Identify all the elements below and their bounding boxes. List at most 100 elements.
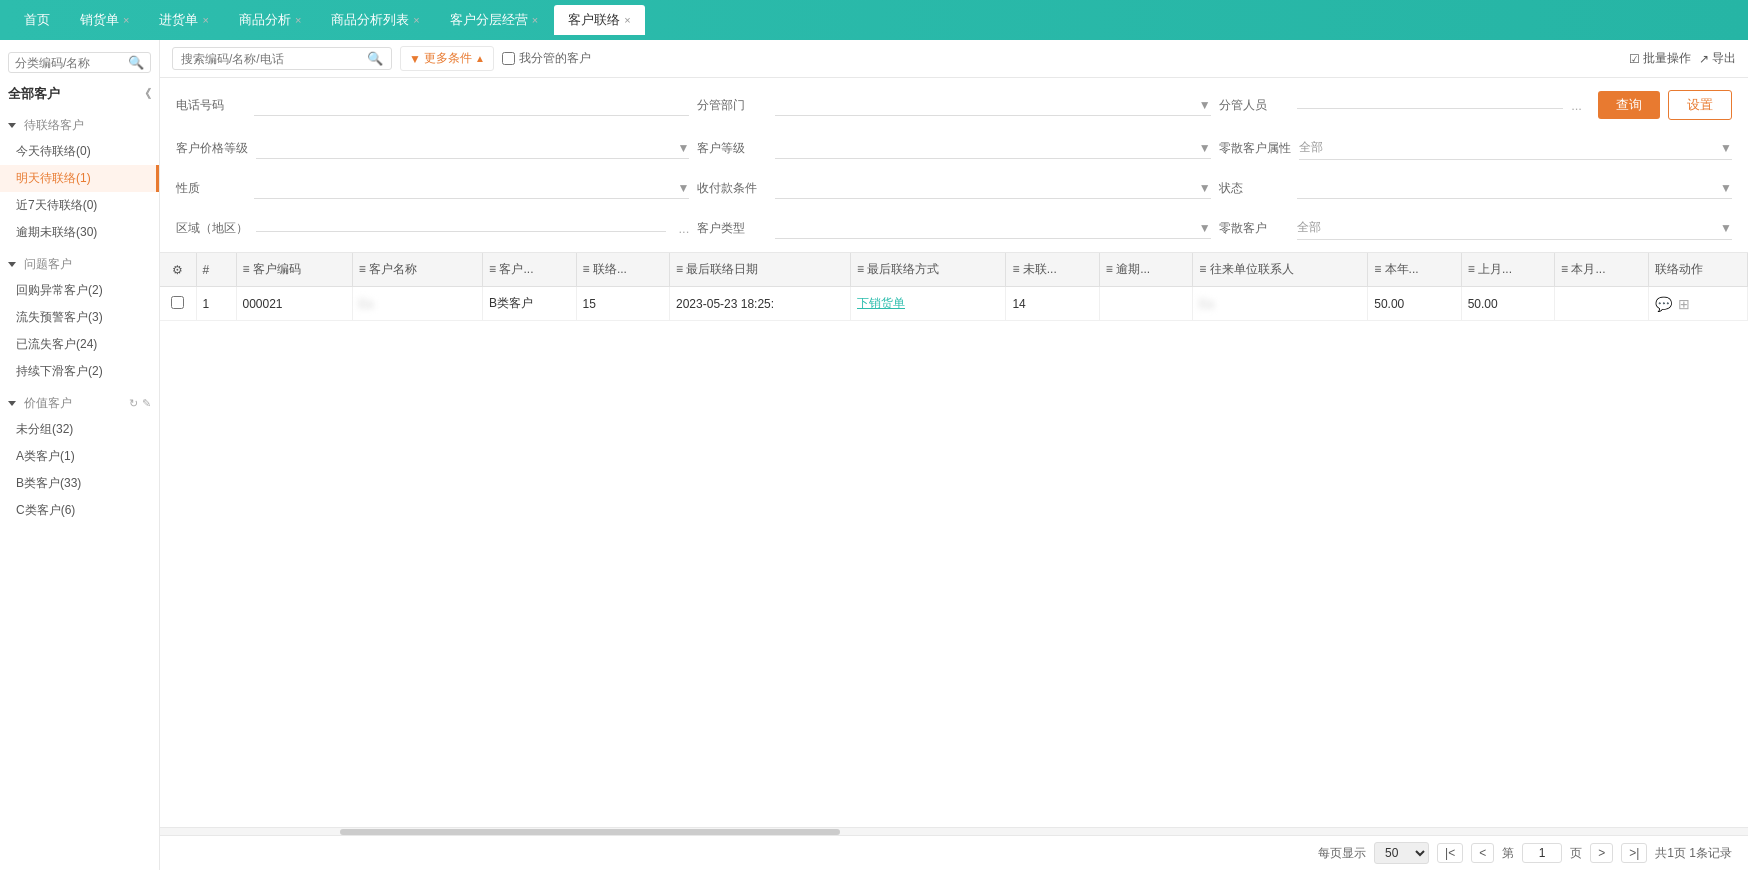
- close-purchase-order-icon[interactable]: ×: [202, 14, 208, 26]
- row-index: 1: [196, 287, 236, 321]
- close-sales-order-icon[interactable]: ×: [123, 14, 129, 26]
- filter-status-select[interactable]: ▼: [1297, 178, 1732, 199]
- row-name[interactable]: Ea: [352, 287, 482, 321]
- row-checkbox[interactable]: [171, 296, 184, 309]
- col-customer-code[interactable]: ≡ 客户编码: [236, 253, 352, 287]
- sidebar-pending-label: 待联络客户: [0, 113, 159, 138]
- col-not-contacted[interactable]: ≡ 未联...: [1006, 253, 1099, 287]
- value-refresh-icon[interactable]: ↻: [129, 397, 138, 410]
- col-last-month[interactable]: ≡ 上月...: [1461, 253, 1554, 287]
- value-edit-icon[interactable]: ✎: [142, 397, 151, 410]
- scrollbar-thumb[interactable]: [340, 829, 840, 835]
- close-customer-contact-icon[interactable]: ×: [624, 14, 630, 26]
- filter-icon: ▼: [409, 52, 421, 66]
- more-filter-button[interactable]: ▼ 更多条件 ▲: [400, 46, 494, 71]
- horizontal-scrollbar[interactable]: [160, 827, 1748, 835]
- sidebar-item-a-class[interactable]: A类客户(1): [0, 443, 159, 470]
- filter-retail-attr-select[interactable]: 全部 ▼: [1299, 136, 1732, 160]
- nav-sales-order[interactable]: 销货单 ×: [66, 5, 143, 35]
- page-number-input[interactable]: [1522, 843, 1562, 863]
- next-page-button[interactable]: >: [1590, 843, 1613, 863]
- first-page-button[interactable]: |<: [1437, 843, 1463, 863]
- filter-payment-select[interactable]: ▼: [775, 178, 1210, 199]
- filter-retail-customer-select[interactable]: 全部 ▼: [1297, 216, 1732, 240]
- filter-dept-select[interactable]: ▼: [775, 95, 1210, 116]
- sidebar-item-declining[interactable]: 持续下滑客户(2): [0, 358, 159, 385]
- row-this-month: [1555, 287, 1648, 321]
- col-partner-contact[interactable]: ≡ 往来单位联系人: [1193, 253, 1368, 287]
- manager-dots-icon[interactable]: ...: [1571, 98, 1582, 113]
- my-customers-checkbox-label[interactable]: 我分管的客户: [502, 50, 591, 67]
- sidebar-collapse-icon[interactable]: 《: [139, 86, 151, 103]
- row-checkbox-cell[interactable]: [160, 287, 196, 321]
- sidebar-item-week-pending[interactable]: 近7天待联络(0): [0, 192, 159, 219]
- filter-customer-level: 客户等级 ▼: [697, 132, 1210, 164]
- filter-region-input-area[interactable]: [256, 225, 666, 232]
- retail-customer-dropdown-icon: ▼: [1720, 221, 1732, 235]
- row-last-contact-method[interactable]: 下销货单: [851, 287, 1006, 321]
- page-size-label: 每页显示: [1318, 845, 1366, 862]
- row-contact-count: 15: [576, 287, 669, 321]
- row-last-month: 50.00: [1461, 287, 1554, 321]
- nav-home[interactable]: 首页: [10, 5, 64, 35]
- filter-price-level-select[interactable]: ▼: [256, 138, 689, 159]
- batch-op-button[interactable]: ☑ 批量操作: [1629, 50, 1691, 67]
- nav-product-analysis[interactable]: 商品分析 ×: [225, 5, 315, 35]
- col-customer-type[interactable]: ≡ 客户...: [483, 253, 576, 287]
- filter-phone-input[interactable]: [254, 95, 689, 116]
- page-size-select[interactable]: 50 100 200: [1374, 842, 1429, 864]
- my-customers-checkbox[interactable]: [502, 52, 515, 65]
- last-page-button[interactable]: >|: [1621, 843, 1647, 863]
- sidebar-item-c-class[interactable]: C类客户(6): [0, 497, 159, 524]
- filter-customer-level-select[interactable]: ▼: [775, 138, 1210, 159]
- sidebar-all-customers[interactable]: 全部客户 《: [0, 81, 159, 107]
- sidebar-search-input[interactable]: [15, 56, 128, 70]
- export-button[interactable]: ↗ 导出: [1699, 50, 1736, 67]
- nature-dropdown-icon: ▼: [677, 181, 689, 195]
- payment-dropdown-icon: ▼: [1199, 181, 1211, 195]
- sidebar-item-today-pending[interactable]: 今天待联络(0): [0, 138, 159, 165]
- close-product-analysis-list-icon[interactable]: ×: [413, 14, 419, 26]
- col-last-contact-date[interactable]: ≡ 最后联络日期: [670, 253, 851, 287]
- settings-icon[interactable]: ⚙: [172, 263, 183, 277]
- col-overdue[interactable]: ≡ 逾期...: [1099, 253, 1192, 287]
- search-box[interactable]: 🔍: [172, 47, 392, 70]
- region-dots-icon[interactable]: ...: [674, 221, 689, 236]
- nav-product-analysis-list[interactable]: 商品分析列表 ×: [317, 5, 433, 35]
- sidebar-item-ungrouped[interactable]: 未分组(32): [0, 416, 159, 443]
- col-this-month[interactable]: ≡ 本月...: [1555, 253, 1648, 287]
- close-product-analysis-icon[interactable]: ×: [295, 14, 301, 26]
- filter-nature-select[interactable]: ▼: [254, 178, 689, 199]
- search-submit-icon[interactable]: 🔍: [367, 51, 383, 66]
- sidebar-item-repurchase-abnormal[interactable]: 回购异常客户(2): [0, 277, 159, 304]
- sidebar-item-overdue-pending[interactable]: 逾期未联络(30): [0, 219, 159, 246]
- close-customer-tiering-icon[interactable]: ×: [532, 14, 538, 26]
- sidebar-search-icon[interactable]: 🔍: [128, 55, 144, 70]
- contact-method-link[interactable]: 下销货单: [857, 296, 905, 310]
- sidebar-item-b-class[interactable]: B类客户(33): [0, 470, 159, 497]
- sidebar-item-tomorrow-pending[interactable]: 明天待联络(1): [0, 165, 159, 192]
- filter-manager-input-area[interactable]: [1297, 102, 1563, 109]
- col-customer-name[interactable]: ≡ 客户名称: [352, 253, 482, 287]
- customer-type-dropdown-icon: ▼: [1199, 221, 1211, 235]
- row-more-icon[interactable]: ⊞: [1678, 296, 1690, 312]
- col-last-contact-method[interactable]: ≡ 最后联络方式: [851, 253, 1006, 287]
- nav-customer-tiering[interactable]: 客户分层经营 ×: [436, 5, 552, 35]
- set-button[interactable]: 设置: [1668, 90, 1732, 120]
- row-this-year: 50.00: [1368, 287, 1461, 321]
- col-this-year[interactable]: ≡ 本年...: [1368, 253, 1461, 287]
- sidebar-search-box[interactable]: 🔍: [8, 52, 151, 73]
- col-settings[interactable]: ⚙: [160, 253, 196, 287]
- prev-page-button[interactable]: <: [1471, 843, 1494, 863]
- query-button[interactable]: 查询: [1598, 91, 1660, 119]
- toolbar: 🔍 ▼ 更多条件 ▲ 我分管的客户 ☑ 批量操作 ↗ 导出: [160, 40, 1748, 78]
- filter-customer-type-select[interactable]: ▼: [775, 218, 1210, 239]
- customer-level-dropdown-icon: ▼: [1199, 141, 1211, 155]
- row-contact-icon[interactable]: 💬: [1655, 296, 1672, 312]
- sidebar-item-churned[interactable]: 已流失客户(24): [0, 331, 159, 358]
- col-contact-count[interactable]: ≡ 联络...: [576, 253, 669, 287]
- sidebar-item-churn-warning[interactable]: 流失预警客户(3): [0, 304, 159, 331]
- nav-purchase-order[interactable]: 进货单 ×: [145, 5, 222, 35]
- search-input[interactable]: [181, 52, 367, 66]
- nav-customer-contact[interactable]: 客户联络 ×: [554, 5, 644, 35]
